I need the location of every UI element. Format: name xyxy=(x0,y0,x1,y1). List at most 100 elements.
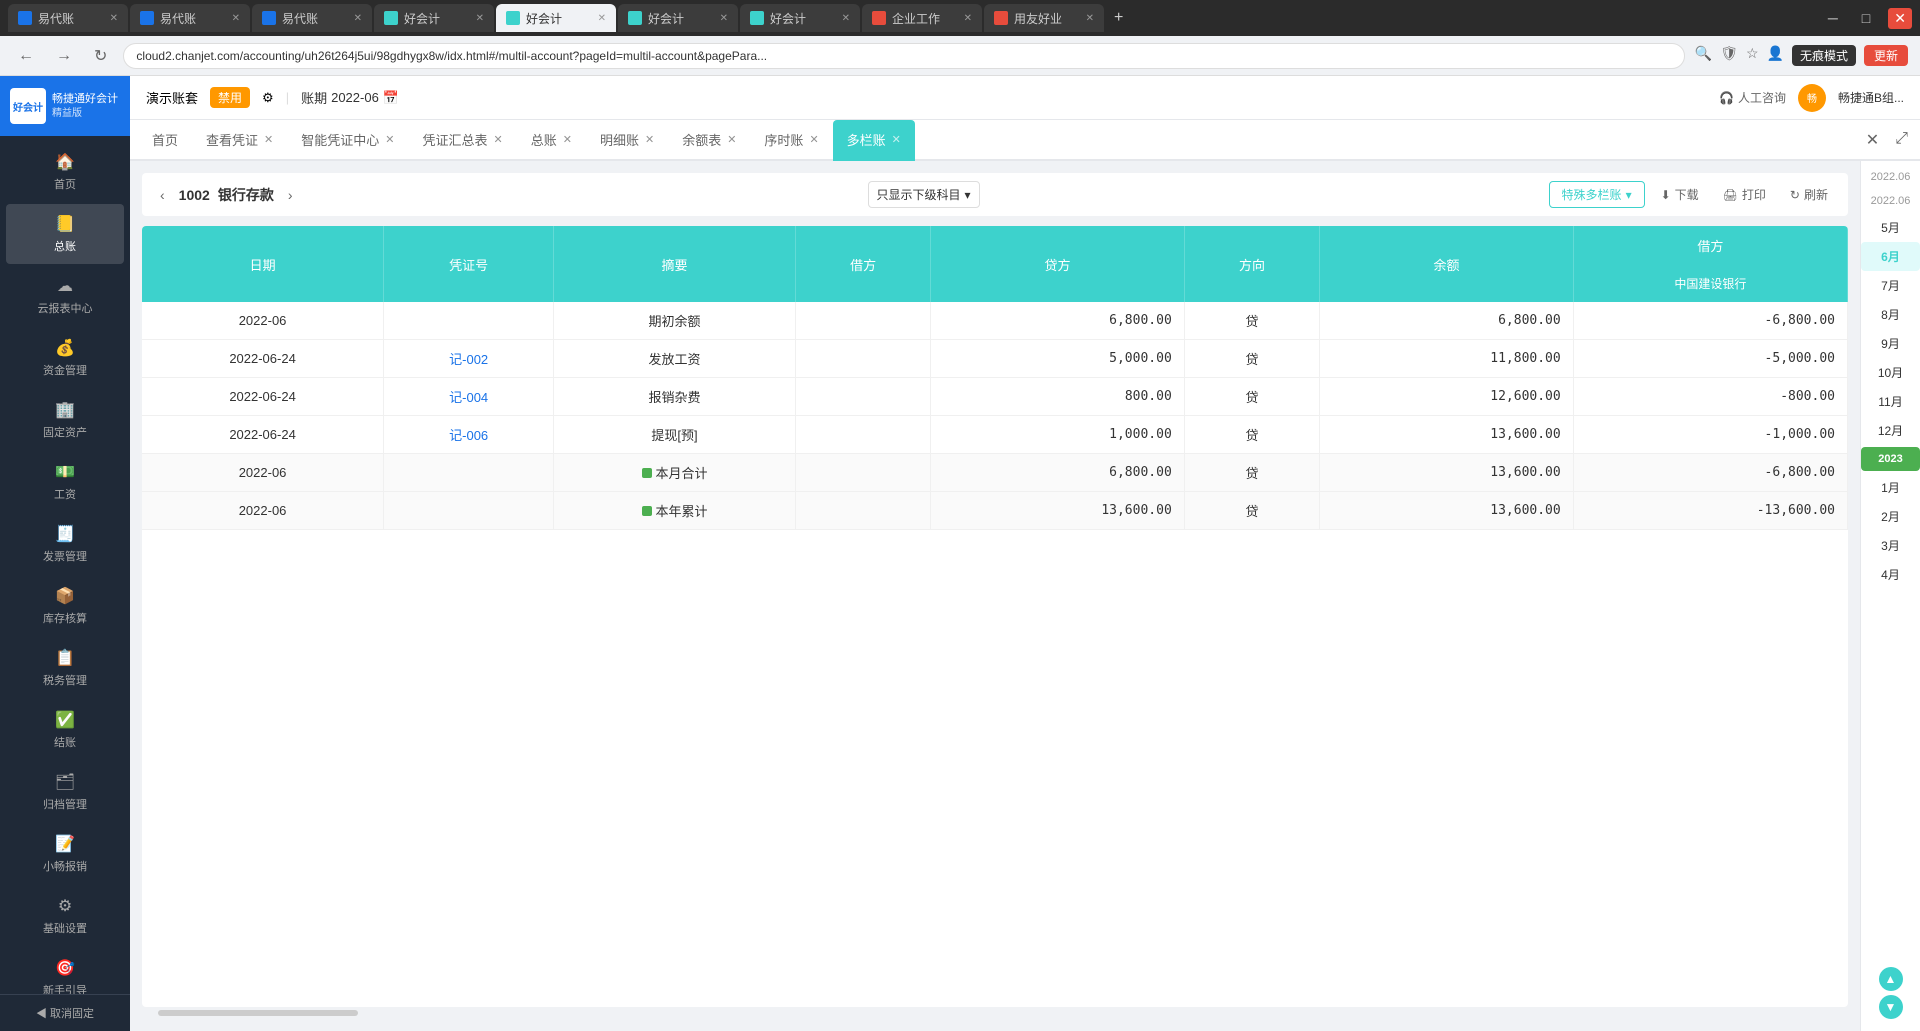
voucher-link[interactable]: 记-002 xyxy=(449,352,488,367)
download-button[interactable]: ⬇ 下载 xyxy=(1653,182,1707,207)
consult-button[interactable]: 🎧 人工咨询 xyxy=(1719,89,1786,106)
tab-4[interactable]: 好会计 ✕ xyxy=(374,4,494,32)
cell-voucher[interactable]: 记-002 xyxy=(384,340,554,378)
forward-button[interactable]: → xyxy=(50,45,78,67)
update-button[interactable]: 更新 xyxy=(1864,45,1908,66)
sidebar-item-expense[interactable]: 📝 小畅报销 xyxy=(6,824,124,884)
sidebar-item-guide[interactable]: 🎯 新手引导 xyxy=(6,948,124,994)
tab-balance[interactable]: 余额表 ✕ xyxy=(668,120,750,161)
tab-voucher-view[interactable]: 查看凭证 ✕ xyxy=(192,120,287,161)
sidebar-item-funds[interactable]: 💰 资金管理 xyxy=(6,328,124,388)
sidebar-item-invoice[interactable]: 🧾 发票管理 xyxy=(6,514,124,574)
month-6-active[interactable]: 6月 xyxy=(1861,242,1920,271)
tab-detail[interactable]: 明细账 ✕ xyxy=(586,120,668,161)
sidebar-item-closing[interactable]: ✅ 结账 xyxy=(6,700,124,760)
no-trace-button[interactable]: 无痕模式 xyxy=(1792,45,1856,66)
tab-close-8[interactable]: ✕ xyxy=(964,13,972,24)
tab-9[interactable]: 用友好业 ✕ xyxy=(984,4,1104,32)
window-close-button[interactable]: ✕ xyxy=(1888,8,1912,29)
tab-5[interactable]: 好会计 ✕ xyxy=(496,4,616,32)
month-2023-3[interactable]: 3月 xyxy=(1861,531,1920,560)
month-5[interactable]: 5月 xyxy=(1861,213,1920,242)
special-multi-button[interactable]: 特殊多栏账 ▾ xyxy=(1549,181,1645,208)
tab-7[interactable]: 好会计 ✕ xyxy=(740,4,860,32)
profile-icon[interactable]: 👤 xyxy=(1767,45,1784,66)
maximize-button[interactable]: □ xyxy=(1856,8,1876,29)
tab-close-3[interactable]: ✕ xyxy=(354,13,362,24)
period-selector[interactable]: 账期 2022-06 📅 xyxy=(301,88,399,107)
tab-vsummary-close[interactable]: ✕ xyxy=(494,133,503,146)
tab-1[interactable]: 易代账 ✕ xyxy=(8,4,128,32)
search-icon[interactable]: 🔍 xyxy=(1695,45,1712,66)
back-button[interactable]: ← xyxy=(12,45,40,67)
tab-voucher-summary[interactable]: 凭证汇总表 ✕ xyxy=(408,120,516,161)
panel-down-arrow[interactable]: ▼ xyxy=(1879,995,1903,1019)
unpin-button[interactable]: ◀ 取消固定 xyxy=(6,1005,124,1021)
month-2023-2[interactable]: 2月 xyxy=(1861,502,1920,531)
month-2023-4[interactable]: 4月 xyxy=(1861,560,1920,589)
tab-seq-close[interactable]: ✕ xyxy=(809,133,818,146)
h-scrollbar[interactable] xyxy=(142,1007,1848,1019)
user-avatar[interactable]: 畅 xyxy=(1798,84,1826,112)
tab-label-6: 好会计 xyxy=(648,10,684,27)
cell-voucher[interactable]: 记-006 xyxy=(384,416,554,454)
h-scrollbar-thumb[interactable] xyxy=(158,1010,358,1016)
sidebar-item-tax[interactable]: 📋 税务管理 xyxy=(6,638,124,698)
month-10[interactable]: 10月 xyxy=(1861,358,1920,387)
tab-general-ledger[interactable]: 总账 ✕ xyxy=(517,120,586,161)
month-11[interactable]: 11月 xyxy=(1861,387,1920,416)
tab-smart-close[interactable]: ✕ xyxy=(385,133,394,146)
voucher-link[interactable]: 记-004 xyxy=(449,390,488,405)
tab-close-4[interactable]: ✕ xyxy=(476,13,484,24)
month-8[interactable]: 8月 xyxy=(1861,300,1920,329)
panel-up-arrow[interactable]: ▲ xyxy=(1879,967,1903,991)
tab-close-5[interactable]: ✕ xyxy=(598,13,606,24)
sidebar-item-assets[interactable]: 🏢 固定资产 xyxy=(6,390,124,450)
sidebar-item-ledger[interactable]: 📒 总账 xyxy=(6,204,124,264)
cell-voucher[interactable]: 记-004 xyxy=(384,378,554,416)
tab-voucher-close[interactable]: ✕ xyxy=(264,133,273,146)
tab-8[interactable]: 企业工作 ✕ xyxy=(862,4,982,32)
url-input[interactable]: cloud2.chanjet.com/accounting/uh26t264j5… xyxy=(123,43,1684,69)
sidebar-item-reports[interactable]: ☁ 云报表中心 xyxy=(6,266,124,326)
refresh-button[interactable]: ↻ 刷新 xyxy=(1782,182,1836,207)
ledger-prev-button[interactable]: ‹ xyxy=(154,185,171,205)
tab-close-1[interactable]: ✕ xyxy=(110,13,118,24)
star-icon[interactable]: ☆ xyxy=(1746,45,1759,66)
tab-smart-voucher[interactable]: 智能凭证中心 ✕ xyxy=(287,120,408,161)
month-12[interactable]: 12月 xyxy=(1861,416,1920,445)
sidebar-item-home[interactable]: 🏠 首页 xyxy=(6,142,124,202)
tab-multi-column[interactable]: 多栏账 ✕ xyxy=(833,120,915,161)
sidebar-item-payroll[interactable]: 💵 工资 xyxy=(6,452,124,512)
sidebar-item-settings[interactable]: ⚙ 基础设置 xyxy=(6,886,124,946)
sidebar-item-inventory[interactable]: 📦 库存核算 xyxy=(6,576,124,636)
tab-mc-close[interactable]: ✕ xyxy=(892,133,901,146)
tab-balance-close[interactable]: ✕ xyxy=(727,133,736,146)
month-9[interactable]: 9月 xyxy=(1861,329,1920,358)
settings-gear-icon[interactable]: ⚙ xyxy=(262,90,274,106)
sidebar-item-archive[interactable]: 🗂 归档管理 xyxy=(6,762,124,822)
tab-detail-close[interactable]: ✕ xyxy=(645,133,654,146)
tab-sequence[interactable]: 序时账 ✕ xyxy=(750,120,832,161)
month-2023-1[interactable]: 1月 xyxy=(1861,473,1920,502)
collapse-tabs-button[interactable]: ✕ xyxy=(1862,126,1883,154)
voucher-link[interactable]: 记-006 xyxy=(449,428,488,443)
tab-6[interactable]: 好会计 ✕ xyxy=(618,4,738,32)
tab-close-2[interactable]: ✕ xyxy=(232,13,240,24)
tab-3[interactable]: 易代账 ✕ xyxy=(252,4,372,32)
tab-close-6[interactable]: ✕ xyxy=(720,13,728,24)
tab-close-9[interactable]: ✕ xyxy=(1086,13,1094,24)
reload-button[interactable]: ↻ xyxy=(88,44,113,68)
expand-tabs-button[interactable]: ⤢ xyxy=(1891,126,1912,154)
tab-close-7[interactable]: ✕ xyxy=(842,13,850,24)
tab-gl-close[interactable]: ✕ xyxy=(563,133,572,146)
ledger-next-button[interactable]: › xyxy=(282,185,299,205)
print-button[interactable]: 🖨 打印 xyxy=(1715,182,1774,207)
tab-2[interactable]: 易代账 ✕ xyxy=(130,4,250,32)
month-7[interactable]: 7月 xyxy=(1861,271,1920,300)
minimize-button[interactable]: ─ xyxy=(1822,8,1844,29)
new-tab-button[interactable]: + xyxy=(1106,9,1131,27)
consult-label: 人工咨询 xyxy=(1738,89,1786,106)
filter-dropdown[interactable]: 只显示下级科目 ▾ xyxy=(868,181,980,208)
tab-home[interactable]: 首页 xyxy=(138,120,192,161)
